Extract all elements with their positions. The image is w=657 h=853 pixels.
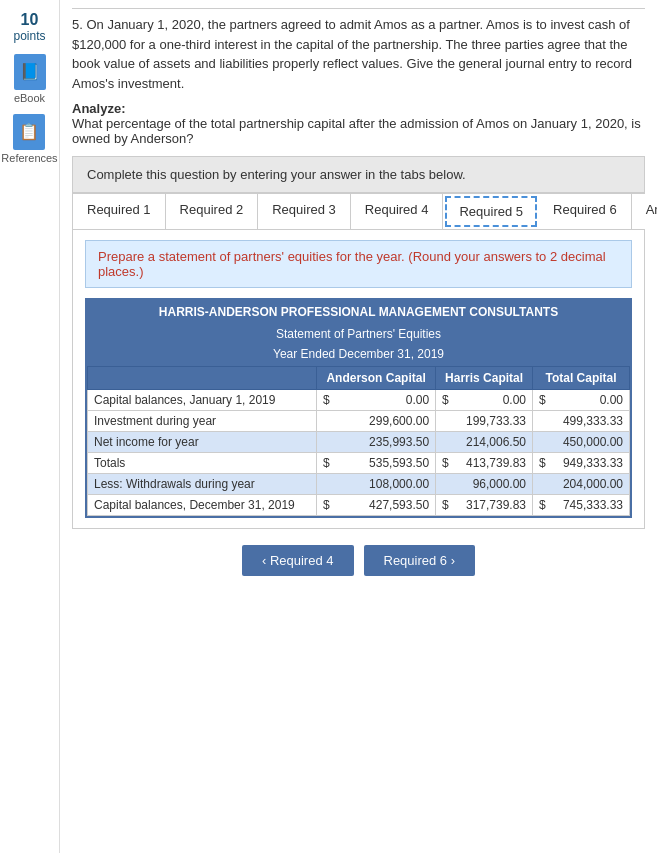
tab-required4[interactable]: Required 4 [351, 194, 444, 229]
anderson-val-0: 0.00 [336, 390, 436, 411]
total-val-1: 499,333.33 [552, 411, 630, 432]
analyze-question: What percentage of the total partnership… [72, 116, 641, 146]
harris-sym-0: $ [436, 390, 455, 411]
instruction-text: Prepare a statement of partners' equitie… [85, 240, 632, 288]
instruction-main: Prepare a statement of partners' equitie… [98, 249, 405, 264]
tab-required3[interactable]: Required 3 [258, 194, 351, 229]
references-icon-group[interactable]: 📋 References [1, 114, 57, 164]
harris-sym-5: $ [436, 495, 455, 516]
points-label: points [13, 29, 45, 43]
anderson-val-3: 535,593.50 [336, 453, 436, 474]
table-row: Capital balances, December 31, 2019$427,… [88, 495, 630, 516]
sidebar: 10 points 📘 eBook 📋 References [0, 0, 60, 600]
row-label-0: Capital balances, January 1, 2019 [88, 390, 317, 411]
total-sym-2 [533, 432, 552, 453]
anderson-sym-3: $ [317, 453, 336, 474]
total-val-3: 949,333.33 [552, 453, 630, 474]
total-sym-1 [533, 411, 552, 432]
anderson-sym-1 [317, 411, 336, 432]
company-name: HARRIS-ANDERSON PROFESSIONAL MANAGEMENT … [87, 300, 630, 324]
harris-val-2: 214,006.50 [455, 432, 533, 453]
harris-sym-1 [436, 411, 455, 432]
tabs-row: Required 1 Required 2 Required 3 Require… [73, 194, 644, 230]
col-header-anderson: Anderson Capital [317, 367, 436, 390]
total-sym-3: $ [533, 453, 552, 474]
harris-val-5: 317,739.83 [455, 495, 533, 516]
references-icon: 📋 [13, 114, 45, 150]
harris-val-3: 413,739.83 [455, 453, 533, 474]
complete-banner: Complete this question by entering your … [72, 156, 645, 193]
tab-required5[interactable]: Required 5 [445, 196, 537, 227]
anderson-val-5: 427,593.50 [336, 495, 436, 516]
total-val-2: 450,000.00 [552, 432, 630, 453]
anderson-sym-4 [317, 474, 336, 495]
total-val-5: 745,333.33 [552, 495, 630, 516]
analyze-section: Analyze: What percentage of the total pa… [72, 101, 645, 146]
total-val-4: 204,000.00 [552, 474, 630, 495]
anderson-sym-0: $ [317, 390, 336, 411]
next-button[interactable]: Required 6 › [364, 545, 476, 576]
table-row: Totals$535,593.50$413,739.83$949,333.33 [88, 453, 630, 474]
harris-val-1: 199,733.33 [455, 411, 533, 432]
table-row: Capital balances, January 1, 2019$0.00$0… [88, 390, 630, 411]
harris-sym-3: $ [436, 453, 455, 474]
row-label-5: Capital balances, December 31, 2019 [88, 495, 317, 516]
col-header-total: Total Capital [533, 367, 630, 390]
tabs-container: Required 1 Required 2 Required 3 Require… [72, 193, 645, 529]
points-number: 10 [21, 10, 39, 29]
statement-table: Anderson Capital Harris Capital Total Ca… [87, 366, 630, 516]
row-label-4: Less: Withdrawals during year [88, 474, 317, 495]
prev-button[interactable]: ‹ Required 4 [242, 545, 354, 576]
harris-sym-2 [436, 432, 455, 453]
col-header-label [88, 367, 317, 390]
intro-text: 5. On January 1, 2020, the partners agre… [72, 8, 645, 93]
total-sym-5: $ [533, 495, 552, 516]
row-label-2: Net income for year [88, 432, 317, 453]
tab-required1[interactable]: Required 1 [73, 194, 166, 229]
total-sym-4 [533, 474, 552, 495]
references-label: References [1, 152, 57, 164]
total-val-0: 0.00 [552, 390, 630, 411]
table-row: Less: Withdrawals during year 108,000.00 9… [88, 474, 630, 495]
ebook-icon-group[interactable]: 📘 eBook [14, 54, 46, 104]
anderson-sym-2 [317, 432, 336, 453]
anderson-val-1: 299,600.00 [336, 411, 436, 432]
statement-title: Statement of Partners' Equities [87, 324, 630, 344]
table-row: Investment during year 299,600.00 199,733.… [88, 411, 630, 432]
harris-sym-4 [436, 474, 455, 495]
statement-wrapper: HARRIS-ANDERSON PROFESSIONAL MANAGEMENT … [85, 298, 632, 518]
row-label-1: Investment during year [88, 411, 317, 432]
col-header-harris: Harris Capital [436, 367, 533, 390]
tab-required2[interactable]: Required 2 [166, 194, 259, 229]
bottom-nav: ‹ Required 4 Required 6 › [72, 529, 645, 592]
statement-period: Year Ended December 31, 2019 [87, 344, 630, 366]
total-sym-0: $ [533, 390, 552, 411]
anderson-val-4: 108,000.00 [336, 474, 436, 495]
complete-banner-text: Complete this question by entering your … [87, 167, 466, 182]
anderson-val-2: 235,993.50 [336, 432, 436, 453]
points-area: 10 points [13, 10, 45, 44]
tab-required6[interactable]: Required 6 [539, 194, 632, 229]
ebook-icon: 📘 [14, 54, 46, 90]
ebook-label: eBook [14, 92, 45, 104]
harris-val-0: 0.00 [455, 390, 533, 411]
harris-val-4: 96,000.00 [455, 474, 533, 495]
table-row: Net income for year 235,993.50 214,006.50 4… [88, 432, 630, 453]
main-content: 5. On January 1, 2020, the partners agre… [60, 0, 657, 600]
tab-content: Prepare a statement of partners' equitie… [73, 230, 644, 528]
anderson-sym-5: $ [317, 495, 336, 516]
analyze-label: Analyze: [72, 101, 125, 116]
tab-analyze[interactable]: Analyze [632, 194, 657, 229]
row-label-3: Totals [88, 453, 317, 474]
